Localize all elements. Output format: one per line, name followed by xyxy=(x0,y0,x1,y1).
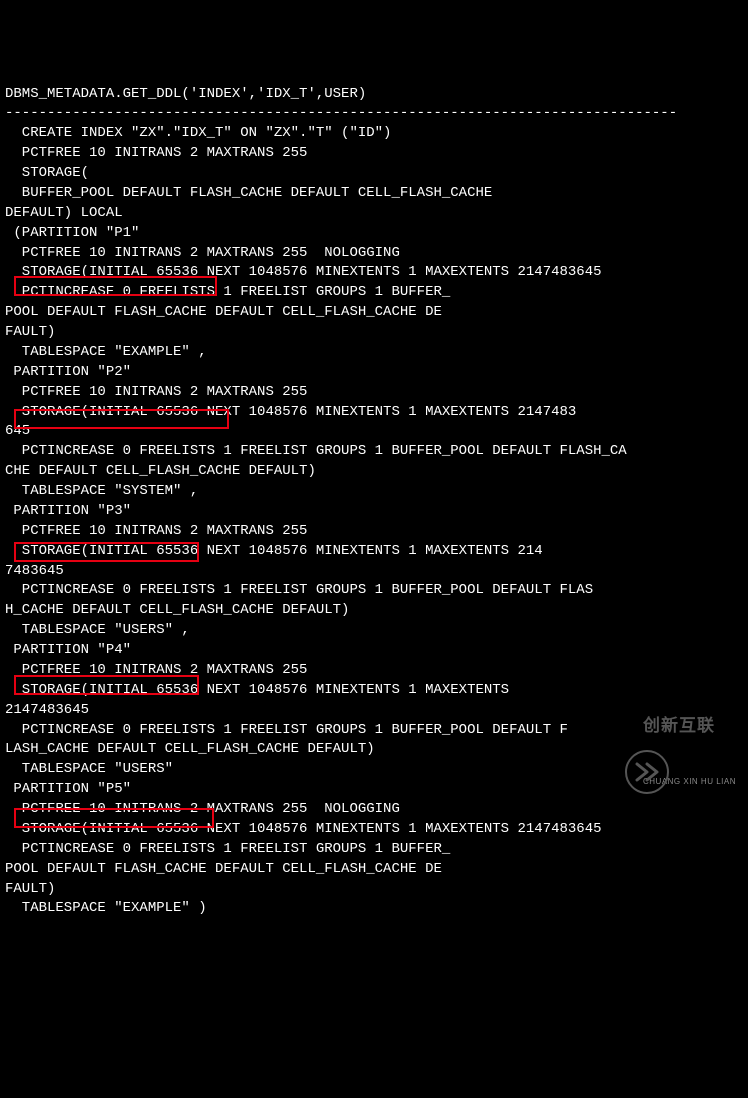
code-line: FAULT) xyxy=(5,880,743,900)
code-line: PCTINCREASE 0 FREELISTS 1 FREELIST GROUP… xyxy=(5,283,743,303)
separator-line: ----------------------------------------… xyxy=(5,104,743,124)
code-line: PCTFREE 10 INITRANS 2 MAXTRANS 255 xyxy=(5,144,743,164)
code-line: FAULT) xyxy=(5,323,743,343)
code-line: 7483645 xyxy=(5,562,743,582)
code-line: PARTITION "P3" xyxy=(5,502,743,522)
watermark-logo-icon xyxy=(591,730,635,774)
code-line: TABLESPACE "SYSTEM" , xyxy=(5,482,743,502)
watermark: 创新互联 CHUANG XIN HU LIAN xyxy=(591,678,736,827)
code-line: TABLESPACE "EXAMPLE" , xyxy=(5,343,743,363)
code-line: PCTFREE 10 INITRANS 2 MAXTRANS 255 xyxy=(5,522,743,542)
code-line: POOL DEFAULT FLASH_CACHE DEFAULT CELL_FL… xyxy=(5,303,743,323)
code-line: PARTITION "P4" xyxy=(5,641,743,661)
header-line: DBMS_METADATA.GET_DDL('INDEX','IDX_T',US… xyxy=(5,85,743,105)
code-line: STORAGE(INITIAL 65536 NEXT 1048576 MINEX… xyxy=(5,403,743,423)
code-line: BUFFER_POOL DEFAULT FLASH_CACHE DEFAULT … xyxy=(5,184,743,204)
watermark-text: 创新互联 xyxy=(643,717,736,736)
code-line: CHE DEFAULT CELL_FLASH_CACHE DEFAULT) xyxy=(5,462,743,482)
code-line: CREATE INDEX "ZX"."IDX_T" ON "ZX"."T" ("… xyxy=(5,124,743,144)
code-line: PCTINCREASE 0 FREELISTS 1 FREELIST GROUP… xyxy=(5,581,743,601)
code-line: STORAGE(INITIAL 65536 NEXT 1048576 MINEX… xyxy=(5,542,743,562)
code-line: STORAGE(INITIAL 65536 NEXT 1048576 MINEX… xyxy=(5,263,743,283)
code-line: STORAGE( xyxy=(5,164,743,184)
code-line: TABLESPACE "USERS" , xyxy=(5,621,743,641)
code-line: PCTFREE 10 INITRANS 2 MAXTRANS 255 xyxy=(5,383,743,403)
code-line: (PARTITION "P1" xyxy=(5,224,743,244)
code-line: PCTINCREASE 0 FREELISTS 1 FREELIST GROUP… xyxy=(5,442,743,462)
code-line: 645 xyxy=(5,422,743,442)
code-line: TABLESPACE "EXAMPLE" ) xyxy=(5,899,743,919)
code-line: PARTITION "P2" xyxy=(5,363,743,383)
code-line: PCTFREE 10 INITRANS 2 MAXTRANS 255 NOLOG… xyxy=(5,244,743,264)
code-line: POOL DEFAULT FLASH_CACHE DEFAULT CELL_FL… xyxy=(5,860,743,880)
code-line: H_CACHE DEFAULT CELL_FLASH_CACHE DEFAULT… xyxy=(5,601,743,621)
code-line: DEFAULT) LOCAL xyxy=(5,204,743,224)
code-line: PCTINCREASE 0 FREELISTS 1 FREELIST GROUP… xyxy=(5,840,743,860)
